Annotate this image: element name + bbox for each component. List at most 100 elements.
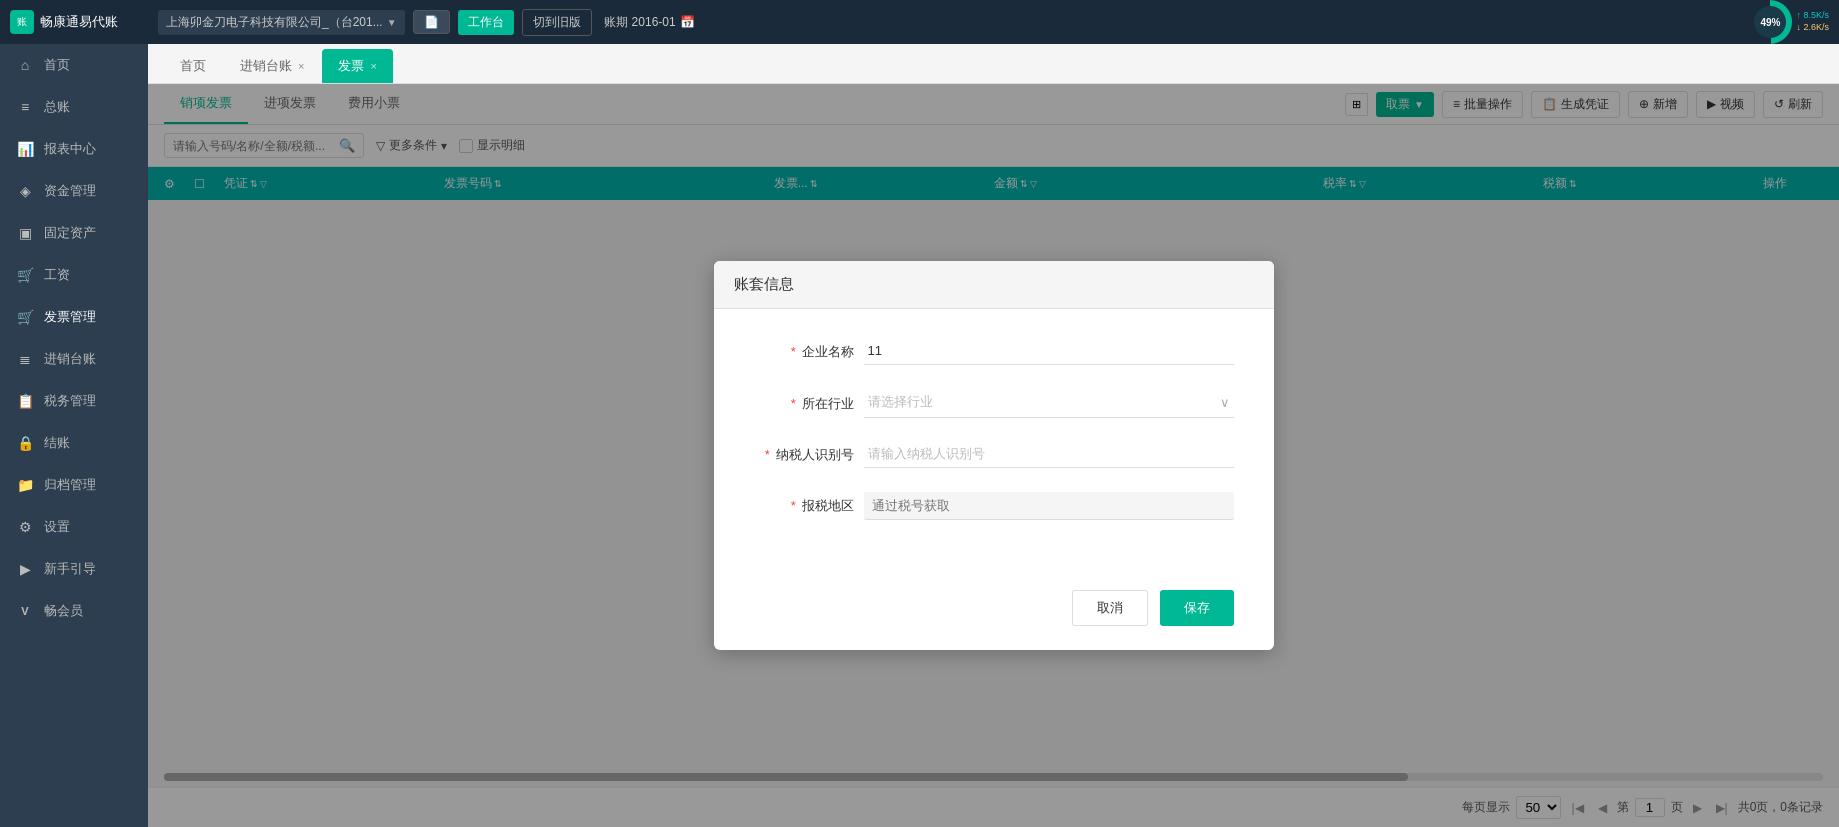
tab-purchase[interactable]: 进销台账 ×: [224, 49, 320, 83]
header-right: 49% ↑ 8.5K/s ↓ 2.6K/s: [1748, 0, 1829, 44]
industry-field[interactable]: 请选择行业 ∨: [864, 389, 1234, 418]
tab-bar: 首页 进销台账 × 发票 ×: [148, 44, 1839, 84]
form-row-region: * 报税地区: [754, 492, 1234, 520]
tab-home-label: 首页: [180, 57, 206, 75]
period-label: 账期: [604, 14, 628, 31]
close-icon: 🔒: [16, 435, 34, 451]
form-row-tax-id: * 纳税人识别号: [754, 442, 1234, 468]
sidebar-item-close[interactable]: 🔒 结账: [0, 422, 148, 464]
calendar-icon[interactable]: 📅: [680, 15, 695, 29]
sidebar-item-label: 税务管理: [44, 392, 96, 410]
sidebar-item-assets[interactable]: ▣ 固定资产: [0, 212, 148, 254]
sidebar-logo: 账 畅康通易代账: [0, 0, 148, 44]
required-marker: *: [791, 396, 796, 411]
sidebar: 账 畅康通易代账 ⌂ 首页 ≡ 总账 📊 报表中心 ◈ 资金管理 ▣ 固定资产 …: [0, 0, 148, 827]
company-selector[interactable]: 上海卯金刀电子科技有限公司_（台201... ▼: [158, 10, 405, 35]
cpu-indicator: 49%: [1748, 0, 1792, 44]
chevron-down-icon: ∨: [1220, 395, 1230, 410]
company-name: 上海卯金刀电子科技有限公司_（台201...: [166, 14, 383, 31]
speed-down: ↓ 2.6K/s: [1796, 22, 1829, 34]
doc-icon: 📄: [424, 15, 439, 29]
tab-invoice-close-icon[interactable]: ×: [370, 60, 376, 72]
company-name-label: * 企业名称: [754, 343, 864, 361]
form-row-industry: * 所在行业 请选择行业 ∨: [754, 389, 1234, 418]
sidebar-item-label: 固定资产: [44, 224, 96, 242]
tax-id-field: [864, 442, 1234, 468]
speed-info: ↑ 8.5K/s ↓ 2.6K/s: [1796, 10, 1829, 33]
invoice-icon: 🛒: [16, 309, 34, 325]
sidebar-item-tax[interactable]: 📋 税务管理: [0, 380, 148, 422]
assets-icon: ▣: [16, 225, 34, 241]
required-marker: *: [791, 498, 796, 513]
sidebar-item-label: 资金管理: [44, 182, 96, 200]
doc-button[interactable]: 📄: [413, 10, 450, 34]
sidebar-item-ledger[interactable]: ≡ 总账: [0, 86, 148, 128]
sidebar-item-label: 畅会员: [44, 602, 83, 620]
modal-overlay: 账套信息 * 企业名称 *: [148, 84, 1839, 827]
sidebar-item-finance[interactable]: ◈ 资金管理: [0, 170, 148, 212]
switch-old-label: 切到旧版: [533, 14, 581, 31]
industry-placeholder: 请选择行业: [868, 393, 933, 411]
industry-label: * 所在行业: [754, 395, 864, 413]
form-row-company: * 企业名称: [754, 339, 1234, 365]
content-area: 销项发票 进项发票 费用小票 ⊞ 取票 ▼ ≡ 批量操作: [148, 84, 1839, 827]
sidebar-item-label: 设置: [44, 518, 70, 536]
tab-invoice[interactable]: 发票 ×: [322, 49, 392, 83]
cancel-button[interactable]: 取消: [1072, 590, 1148, 626]
sidebar-item-label: 新手引导: [44, 560, 96, 578]
workbench-label: 工作台: [468, 14, 504, 31]
required-marker: *: [765, 447, 770, 462]
member-icon: V: [16, 605, 34, 617]
period-value: 2016-01: [632, 15, 676, 29]
region-label: * 报税地区: [754, 497, 864, 515]
logo-icon: 账: [10, 10, 34, 34]
chevron-down-icon: ▼: [387, 17, 397, 28]
sidebar-item-home[interactable]: ⌂ 首页: [0, 44, 148, 86]
tab-home[interactable]: 首页: [164, 49, 222, 83]
sidebar-item-archive[interactable]: 📁 归档管理: [0, 464, 148, 506]
main-area: 上海卯金刀电子科技有限公司_（台201... ▼ 📄 工作台 切到旧版 账期 2…: [148, 0, 1839, 827]
tax-icon: 📋: [16, 393, 34, 409]
workbench-button[interactable]: 工作台: [458, 10, 514, 35]
header: 上海卯金刀电子科技有限公司_（台201... ▼ 📄 工作台 切到旧版 账期 2…: [148, 0, 1839, 44]
company-name-input[interactable]: [864, 339, 1234, 365]
logo-text: 畅康通易代账: [40, 13, 118, 31]
company-name-field: [864, 339, 1234, 365]
tax-id-label: * 纳税人识别号: [754, 446, 864, 464]
dialog-title: 账套信息: [714, 261, 1274, 309]
speed-up: ↑ 8.5K/s: [1796, 10, 1829, 22]
finance-icon: ◈: [16, 183, 34, 199]
switch-old-button[interactable]: 切到旧版: [522, 9, 592, 36]
purchase-icon: ≣: [16, 351, 34, 367]
save-button[interactable]: 保存: [1160, 590, 1234, 626]
tab-invoice-label: 发票: [338, 57, 364, 75]
tab-purchase-close-icon[interactable]: ×: [298, 60, 304, 72]
period-display: 账期 2016-01 📅: [604, 14, 695, 31]
reports-icon: 📊: [16, 141, 34, 157]
sidebar-item-label: 进销台账: [44, 350, 96, 368]
sidebar-item-purchase[interactable]: ≣ 进销台账: [0, 338, 148, 380]
sidebar-item-label: 结账: [44, 434, 70, 452]
home-icon: ⌂: [16, 57, 34, 73]
sidebar-item-label: 发票管理: [44, 308, 96, 326]
percent-value: 49%: [1754, 6, 1786, 38]
sidebar-item-member[interactable]: V 畅会员: [0, 590, 148, 632]
sidebar-item-settings[interactable]: ⚙ 设置: [0, 506, 148, 548]
ledger-icon: ≡: [16, 99, 34, 115]
sidebar-item-label: 首页: [44, 56, 70, 74]
tax-id-input[interactable]: [864, 442, 1234, 468]
sidebar-item-invoice[interactable]: 🛒 发票管理: [0, 296, 148, 338]
sidebar-item-guide[interactable]: ▶ 新手引导: [0, 548, 148, 590]
settings-icon: ⚙: [16, 519, 34, 535]
sidebar-item-reports[interactable]: 📊 报表中心: [0, 128, 148, 170]
region-field: [864, 492, 1234, 520]
sidebar-item-label: 工资: [44, 266, 70, 284]
sidebar-item-label: 报表中心: [44, 140, 96, 158]
dialog-footer: 取消 保存: [714, 574, 1274, 650]
region-input: [864, 492, 1234, 520]
archive-icon: 📁: [16, 477, 34, 493]
required-marker: *: [791, 344, 796, 359]
industry-select[interactable]: 请选择行业 ∨: [864, 389, 1234, 418]
dialog-body: * 企业名称 * 所在行业: [714, 309, 1274, 574]
sidebar-item-payroll[interactable]: 🛒 工资: [0, 254, 148, 296]
